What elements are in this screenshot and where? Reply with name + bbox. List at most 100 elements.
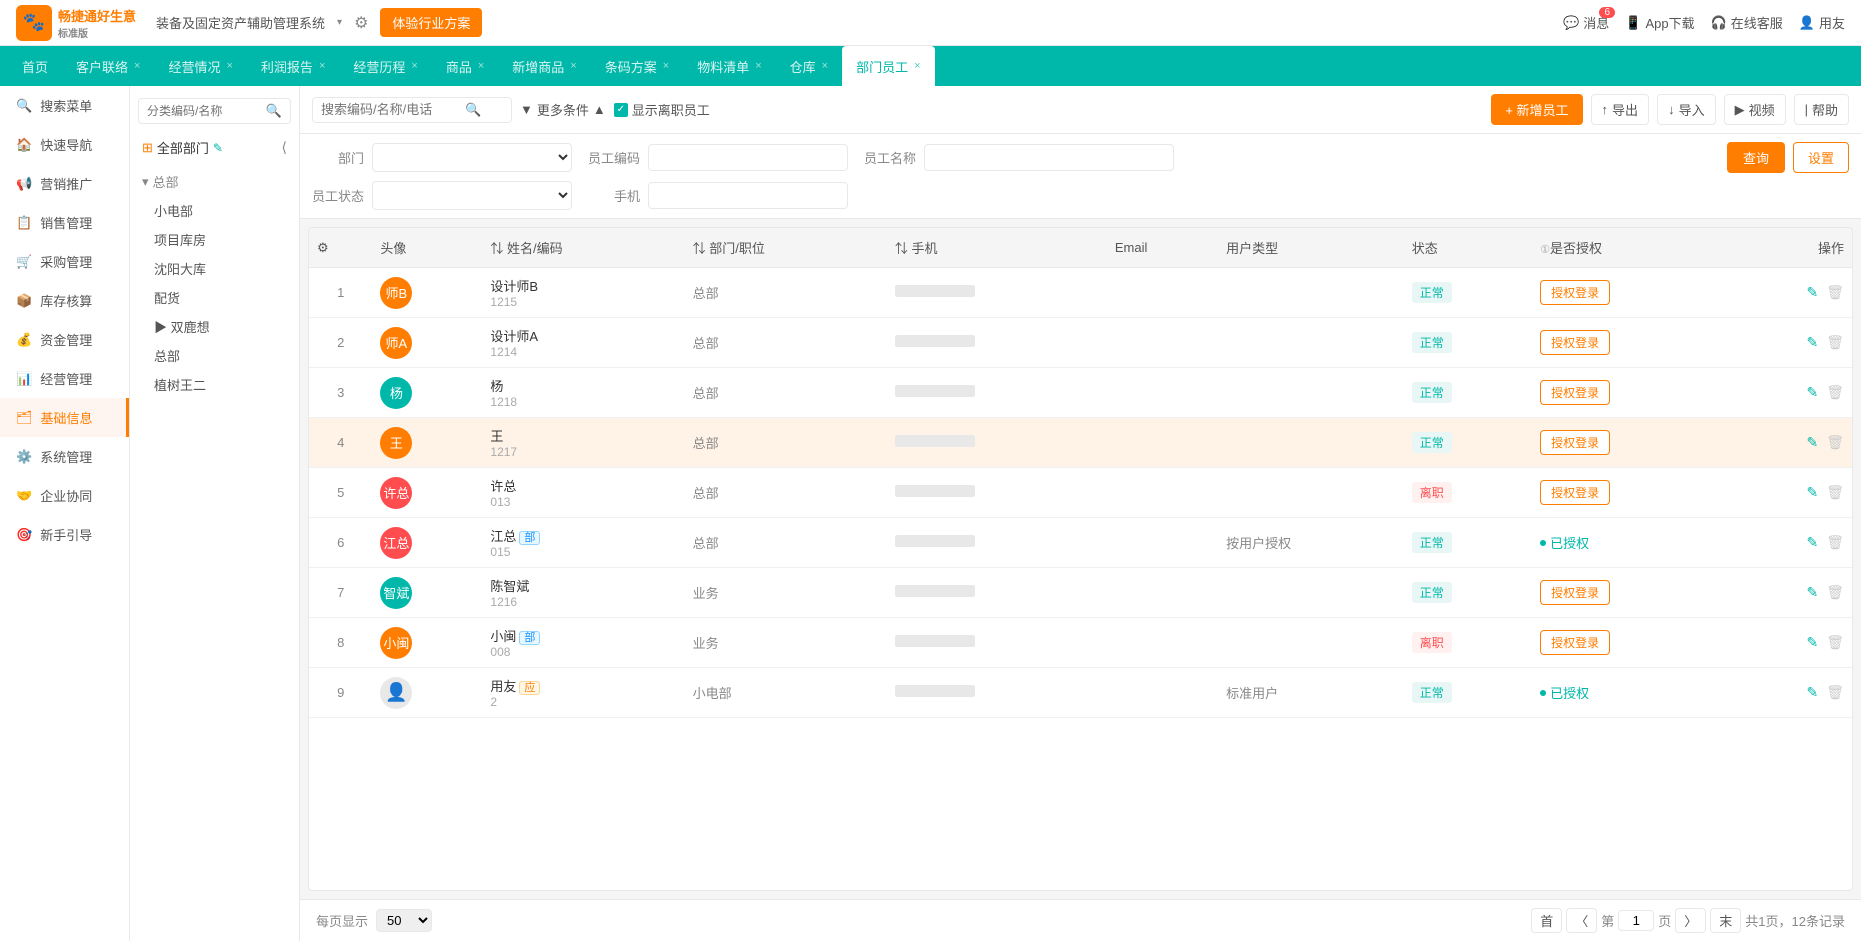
add-employee-button[interactable]: + 新增员工 bbox=[1491, 94, 1582, 125]
dept-filter-select[interactable] bbox=[372, 143, 572, 172]
sidebar-item-finance[interactable]: 💰 资金管理 bbox=[0, 320, 129, 359]
tab-goods[interactable]: 商品× bbox=[432, 46, 498, 86]
tab-bom[interactable]: 物料清单× bbox=[683, 46, 775, 86]
delete-employee-button[interactable]: 🗑 bbox=[1826, 634, 1844, 651]
cell-auth[interactable]: 授权登录 bbox=[1532, 418, 1729, 468]
help-button[interactable]: | 帮助 bbox=[1794, 94, 1849, 125]
tree-node-shuanglu[interactable]: ▶ 双鹿想 bbox=[130, 312, 299, 341]
tab-home[interactable]: 首页 bbox=[8, 46, 62, 86]
system-title-arrow[interactable]: ▾ bbox=[337, 17, 342, 28]
col-settings[interactable]: ⚙ bbox=[309, 228, 372, 268]
delete-employee-button[interactable]: 🗑 bbox=[1826, 384, 1844, 401]
tab-close-history[interactable]: × bbox=[411, 60, 417, 72]
edit-employee-button[interactable]: ✎ bbox=[1806, 634, 1818, 651]
edit-employee-button[interactable]: ✎ bbox=[1806, 384, 1818, 401]
sidebar-item-quicknav[interactable]: 🏠 快速导航 bbox=[0, 125, 129, 164]
tab-close-operation[interactable]: × bbox=[226, 60, 232, 72]
tab-close-dept[interactable]: × bbox=[914, 60, 920, 72]
search-box[interactable]: 🔍 bbox=[312, 97, 512, 123]
sidebar-item-sales[interactable]: 📋 销售管理 bbox=[0, 203, 129, 242]
tab-dept-staff[interactable]: 部门员工× bbox=[842, 46, 934, 86]
tree-node-project[interactable]: 项目库房 bbox=[130, 225, 299, 254]
message-item[interactable]: 💬 消息 6 bbox=[1563, 13, 1609, 32]
delete-employee-button[interactable]: 🗑 bbox=[1826, 684, 1844, 701]
app-download-item[interactable]: 📱 App下载 bbox=[1625, 13, 1694, 32]
code-filter-input[interactable] bbox=[648, 144, 848, 171]
delete-employee-button[interactable]: 🗑 bbox=[1826, 484, 1844, 501]
more-filter-btn[interactable]: ▼ 更多条件 ▲ bbox=[520, 100, 606, 119]
first-page-btn[interactable]: 首 bbox=[1531, 908, 1562, 933]
last-page-btn[interactable]: 末 bbox=[1710, 908, 1741, 933]
tab-close-customer[interactable]: × bbox=[134, 60, 140, 72]
col-name[interactable]: ⇅ 姓名/编码 bbox=[482, 228, 684, 268]
edit-employee-button[interactable]: ✎ bbox=[1806, 334, 1818, 351]
tab-operation[interactable]: 经营情况× bbox=[154, 46, 246, 86]
auth-login-button[interactable]: 授权登录 bbox=[1540, 380, 1610, 405]
tree-node-shenyang[interactable]: 沈阳大库 bbox=[130, 254, 299, 283]
tree-search-box[interactable]: 🔍 bbox=[138, 98, 291, 124]
trial-button[interactable]: 体验行业方案 bbox=[380, 8, 482, 37]
tab-add-goods[interactable]: 新增商品× bbox=[498, 46, 590, 86]
search-button[interactable]: 查询 bbox=[1727, 142, 1785, 173]
next-page-btn[interactable]: 〉 bbox=[1675, 908, 1706, 933]
tree-collapse-btn[interactable]: ⟨ bbox=[282, 139, 287, 156]
user-item[interactable]: 👤 用友 bbox=[1799, 13, 1845, 32]
tab-close-goods[interactable]: × bbox=[478, 60, 484, 72]
import-button[interactable]: ↓ 导入 bbox=[1657, 94, 1716, 125]
status-filter-select[interactable] bbox=[372, 181, 572, 210]
tree-node-delivery[interactable]: 配货 bbox=[130, 283, 299, 312]
name-filter-input[interactable] bbox=[924, 144, 1174, 171]
search-input[interactable] bbox=[321, 102, 461, 117]
auth-login-button[interactable]: 授权登录 bbox=[1540, 480, 1610, 505]
auth-login-button[interactable]: 授权登录 bbox=[1540, 580, 1610, 605]
edit-employee-button[interactable]: ✎ bbox=[1806, 434, 1818, 451]
auth-login-button[interactable]: 授权登录 bbox=[1540, 630, 1610, 655]
sidebar-item-guide[interactable]: 🎯 新手引导 bbox=[0, 515, 129, 554]
edit-employee-button[interactable]: ✎ bbox=[1806, 684, 1818, 701]
tree-node-general[interactable]: ▾ 总部 bbox=[130, 167, 299, 196]
cell-auth[interactable]: 授权登录 bbox=[1532, 468, 1729, 518]
edit-employee-button[interactable]: ✎ bbox=[1806, 484, 1818, 501]
tree-node-xiaodian[interactable]: 小电部 bbox=[130, 196, 299, 225]
sidebar-item-operation[interactable]: 📊 经营管理 bbox=[0, 359, 129, 398]
cell-auth[interactable]: 授权登录 bbox=[1532, 568, 1729, 618]
sidebar-item-search[interactable]: 🔍 搜索菜单 bbox=[0, 86, 129, 125]
online-service-item[interactable]: 🎧 在线客服 bbox=[1711, 13, 1783, 32]
delete-employee-button[interactable]: 🗑 bbox=[1826, 584, 1844, 601]
tab-close-barcode[interactable]: × bbox=[663, 60, 669, 72]
view-button[interactable]: ▶ 视频 bbox=[1724, 94, 1786, 125]
sidebar-item-inventory[interactable]: 📦 库存核算 bbox=[0, 281, 129, 320]
export-button[interactable]: ↑ 导出 bbox=[1591, 94, 1650, 125]
cell-auth[interactable]: 授权登录 bbox=[1532, 618, 1729, 668]
page-size-select[interactable]: 50 100 bbox=[376, 909, 432, 932]
show-resigned-toggle[interactable]: ✓ 显示离职员工 bbox=[614, 100, 710, 119]
cell-auth[interactable]: 授权登录 bbox=[1532, 318, 1729, 368]
delete-employee-button[interactable]: 🗑 bbox=[1826, 334, 1844, 351]
tab-profit[interactable]: 利润报告× bbox=[247, 46, 339, 86]
tab-barcode[interactable]: 条码方案× bbox=[591, 46, 683, 86]
auth-login-button[interactable]: 授权登录 bbox=[1540, 330, 1610, 355]
tab-close-bom[interactable]: × bbox=[755, 60, 761, 72]
prev-page-btn[interactable]: 〈 bbox=[1566, 908, 1597, 933]
sidebar-item-purchase[interactable]: 🛒 采购管理 bbox=[0, 242, 129, 281]
sidebar-item-enterprise[interactable]: 🤝 企业协同 bbox=[0, 476, 129, 515]
sidebar-item-system[interactable]: ⚙️ 系统管理 bbox=[0, 437, 129, 476]
auth-login-button[interactable]: 授权登录 bbox=[1540, 280, 1610, 305]
sidebar-item-basic[interactable]: 🗂 基础信息 bbox=[0, 398, 129, 437]
auth-login-button[interactable]: 授权登录 bbox=[1540, 430, 1610, 455]
tab-close-profit[interactable]: × bbox=[319, 60, 325, 72]
tab-customer[interactable]: 客户联络× bbox=[62, 46, 154, 86]
tab-history[interactable]: 经营历程× bbox=[339, 46, 431, 86]
tab-close-warehouse[interactable]: × bbox=[822, 60, 828, 72]
tab-close-add-goods[interactable]: × bbox=[570, 60, 576, 72]
delete-employee-button[interactable]: 🗑 bbox=[1826, 534, 1844, 551]
delete-employee-button[interactable]: 🗑 bbox=[1826, 434, 1844, 451]
edit-employee-button[interactable]: ✎ bbox=[1806, 284, 1818, 301]
setting-button[interactable]: 设置 bbox=[1793, 142, 1849, 173]
tree-node-headquarters[interactable]: 总部 bbox=[130, 341, 299, 370]
delete-employee-button[interactable]: 🗑 bbox=[1826, 284, 1844, 301]
tree-node-zhishu[interactable]: 植树王二 bbox=[130, 370, 299, 399]
phone-filter-input[interactable] bbox=[648, 182, 848, 209]
cell-auth[interactable]: 授权登录 bbox=[1532, 368, 1729, 418]
col-dept[interactable]: ⇅ 部门/职位 bbox=[685, 228, 887, 268]
